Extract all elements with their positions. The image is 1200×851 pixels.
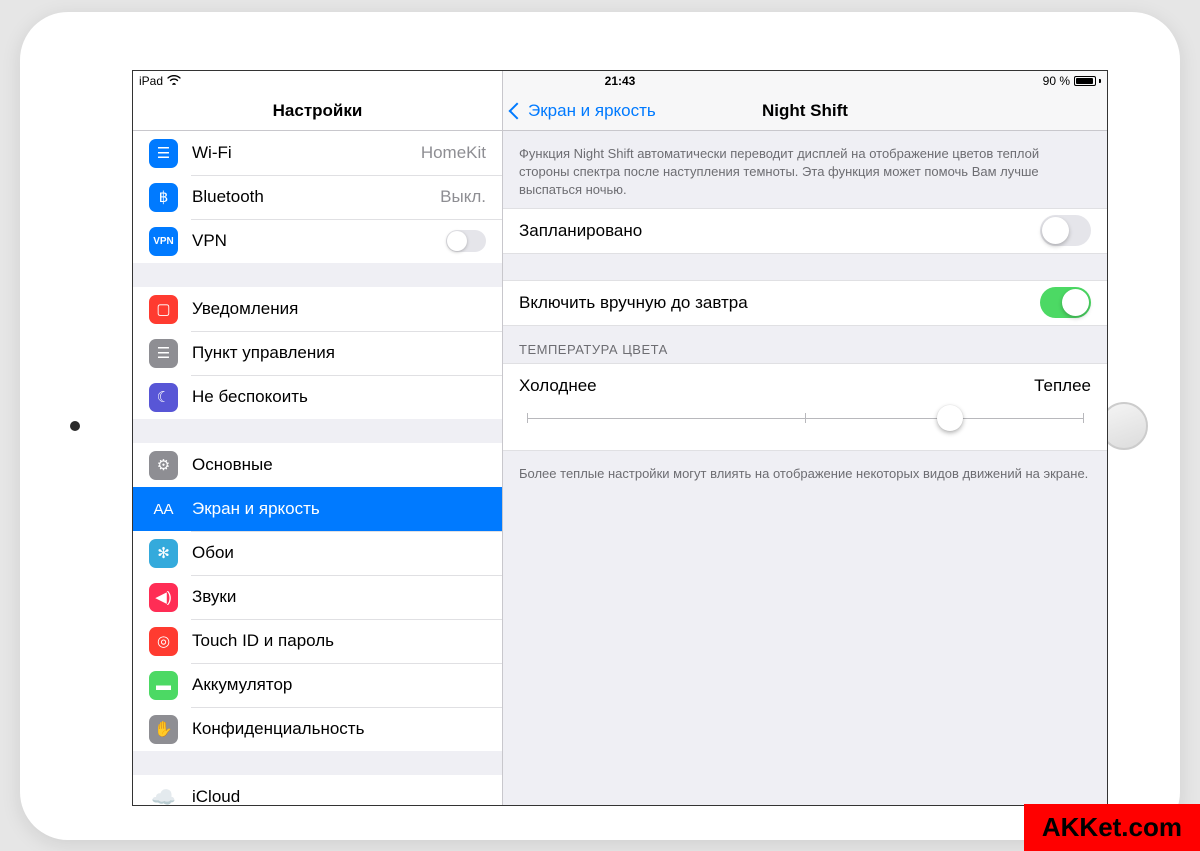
slider-knob[interactable] xyxy=(937,405,963,431)
sidebar-item-label: Wi-Fi xyxy=(192,143,421,163)
detail-body: Функция Night Shift автоматически перево… xyxy=(503,131,1107,805)
do-not-disturb-icon: ☾ xyxy=(149,383,178,412)
cold-label: Холоднее xyxy=(519,376,597,396)
sidebar-item-bluetooth[interactable]: ฿ BluetoothВыкл. xyxy=(133,175,502,219)
back-label: Экран и яркость xyxy=(528,101,656,121)
general-icon: ⚙ xyxy=(149,451,178,480)
sidebar-item-label: Аккумулятор xyxy=(192,675,502,695)
status-bar: iPad 21:43 90 % xyxy=(133,71,1107,91)
battery-icon xyxy=(1074,76,1101,86)
detail-pane: Экран и яркость Night Shift Функция Nigh… xyxy=(503,71,1107,805)
privacy-icon: ✋ xyxy=(149,715,178,744)
icloud-icon: ☁️ xyxy=(149,783,178,806)
sidebar-item-label: Пункт управления xyxy=(192,343,502,363)
ipad-frame: iPad 21:43 90 % Настройки ☰ Wi-FiHomeKit ฿… xyxy=(20,12,1180,840)
detail-title: Night Shift xyxy=(762,101,848,121)
sidebar-item-battery[interactable]: ▬ Аккумулятор xyxy=(133,663,502,707)
screen: iPad 21:43 90 % Настройки ☰ Wi-FiHomeKit ฿… xyxy=(132,70,1108,806)
sidebar-item-label: Конфиденциальность xyxy=(192,719,502,739)
settings-sidebar: Настройки ☰ Wi-FiHomeKit ฿ BluetoothВыкл. VP… xyxy=(133,71,503,805)
sidebar-item-wallpaper[interactable]: ✻ Обои xyxy=(133,531,502,575)
display-icon: AA xyxy=(149,495,178,524)
sidebar-item-label: Обои xyxy=(192,543,502,563)
scheduled-toggle[interactable] xyxy=(1040,215,1091,246)
wifi-icon xyxy=(167,74,181,88)
control-center-icon: ☰ xyxy=(149,339,178,368)
sidebar-item-vpn[interactable]: VPN VPN xyxy=(133,219,502,263)
sidebar-item-label: Не беспокоить xyxy=(192,387,502,407)
sidebar-item-label: iCloud xyxy=(192,787,502,805)
sidebar-item-value: HomeKit xyxy=(421,143,502,163)
clock: 21:43 xyxy=(605,74,636,88)
camera-dot xyxy=(70,421,80,431)
sidebar-item-privacy[interactable]: ✋ Конфиденциальность xyxy=(133,707,502,751)
sidebar-item-label: Основные xyxy=(192,455,502,475)
manual-label: Включить вручную до завтра xyxy=(519,293,1040,313)
battery-icon: ▬ xyxy=(149,671,178,700)
sidebar-item-label: VPN xyxy=(192,231,446,251)
sidebar-item-control-center[interactable]: ☰ Пункт управления xyxy=(133,331,502,375)
sidebar-item-label: Bluetooth xyxy=(192,187,440,207)
sidebar-item-wifi[interactable]: ☰ Wi-FiHomeKit xyxy=(133,131,502,175)
watermark: AKKet.com xyxy=(1024,804,1200,851)
battery-percent: 90 % xyxy=(1043,74,1070,88)
manual-row[interactable]: Включить вручную до завтра xyxy=(503,280,1107,326)
sidebar-item-label: Touch ID и пароль xyxy=(192,631,502,651)
sidebar-item-sounds[interactable]: ◀) Звуки xyxy=(133,575,502,619)
sidebar-item-value: Выкл. xyxy=(440,187,502,207)
vpn-toggle[interactable] xyxy=(446,230,486,252)
wallpaper-icon: ✻ xyxy=(149,539,178,568)
sidebar-list[interactable]: ☰ Wi-FiHomeKit ฿ BluetoothВыкл. VPN VPN ▢ Уведо… xyxy=(133,131,502,805)
warm-label: Теплее xyxy=(1034,376,1091,396)
manual-toggle[interactable] xyxy=(1040,287,1091,318)
touchid-icon: ◎ xyxy=(149,627,178,656)
sidebar-item-notifications[interactable]: ▢ Уведомления xyxy=(133,287,502,331)
notifications-icon: ▢ xyxy=(149,295,178,324)
sidebar-item-label: Экран и яркость xyxy=(192,499,502,519)
intro-caption: Функция Night Shift автоматически перево… xyxy=(503,131,1107,208)
chevron-left-icon xyxy=(509,102,526,119)
sidebar-item-touchid[interactable]: ◎ Touch ID и пароль xyxy=(133,619,502,663)
sidebar-item-display[interactable]: AA Экран и яркость xyxy=(133,487,502,531)
sidebar-item-label: Уведомления xyxy=(192,299,502,319)
sounds-icon: ◀) xyxy=(149,583,178,612)
back-button[interactable]: Экран и яркость xyxy=(511,101,656,121)
sidebar-item-general[interactable]: ⚙ Основные xyxy=(133,443,502,487)
bluetooth-icon: ฿ xyxy=(149,183,178,212)
footnote-caption: Более теплые настройки могут влиять на о… xyxy=(503,451,1107,491)
sidebar-title: Настройки xyxy=(273,101,363,121)
sidebar-item-do-not-disturb[interactable]: ☾ Не беспокоить xyxy=(133,375,502,419)
temperature-header: ТЕМПЕРАТУРА ЦВЕТА xyxy=(503,326,1107,363)
scheduled-label: Запланировано xyxy=(519,221,1040,241)
vpn-icon: VPN xyxy=(149,227,178,256)
temperature-slider-card: Холоднее Теплее xyxy=(503,363,1107,451)
wifi-icon: ☰ xyxy=(149,139,178,168)
temperature-slider[interactable] xyxy=(527,406,1083,430)
scheduled-row[interactable]: Запланировано xyxy=(503,208,1107,254)
sidebar-item-label: Звуки xyxy=(192,587,502,607)
device-label: iPad xyxy=(139,74,163,88)
sidebar-item-icloud[interactable]: ☁️ iCloud xyxy=(133,775,502,805)
